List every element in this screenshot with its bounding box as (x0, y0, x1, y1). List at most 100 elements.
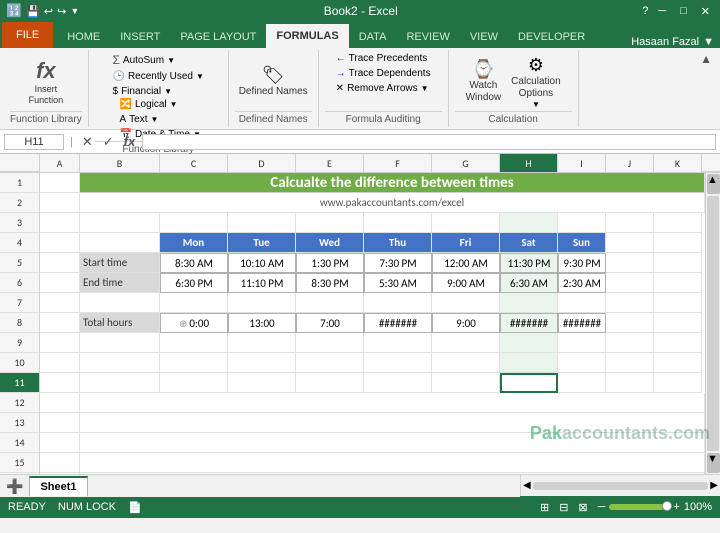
cell-c9[interactable] (160, 333, 228, 353)
cell-j5[interactable] (606, 253, 654, 273)
add-sheet-btn[interactable]: ➕ (0, 478, 29, 495)
cell-i8[interactable]: ####### (558, 313, 606, 333)
insert-function-icon[interactable]: fx (121, 134, 139, 149)
row-header-10[interactable]: 10 (0, 353, 39, 373)
row-header-1[interactable]: 1 (0, 173, 39, 193)
cell-j6[interactable] (606, 273, 654, 293)
cell-d4[interactable]: Tue (228, 233, 296, 253)
cell-f8[interactable]: ####### (364, 313, 432, 333)
cell-j10[interactable] (606, 353, 654, 373)
cell-c6[interactable]: 6:30 PM (160, 273, 228, 293)
cell-h9[interactable] (500, 333, 558, 353)
col-header-c[interactable]: C (160, 154, 228, 172)
cell-b11[interactable] (80, 373, 160, 393)
remove-arrows-btn[interactable]: ✕ Remove Arrows ▼ (332, 82, 433, 95)
customize-qat[interactable]: ▼ (70, 6, 79, 16)
cell-a5[interactable] (40, 253, 80, 273)
cell-d11[interactable] (228, 373, 296, 393)
cell-i7[interactable] (558, 293, 606, 313)
tab-view[interactable]: VIEW (460, 26, 508, 48)
cell-d9[interactable] (228, 333, 296, 353)
cell-f5[interactable]: 7:30 PM (364, 253, 432, 273)
cell-e11[interactable] (296, 373, 364, 393)
cell-c7[interactable] (160, 293, 228, 313)
cell-h3[interactable] (500, 213, 558, 233)
zoom-slider[interactable] (609, 504, 669, 510)
cell-a3[interactable] (40, 213, 80, 233)
cell-a15[interactable] (40, 453, 80, 473)
row-header-14[interactable]: 14 (0, 433, 39, 453)
cell-g6[interactable]: 9:00 AM (432, 273, 500, 293)
minimize-btn[interactable]: ─ (654, 5, 670, 17)
insert-function-button[interactable]: fx InsertFunction (25, 56, 68, 108)
cell-k9[interactable] (654, 333, 702, 353)
cell-g11[interactable] (432, 373, 500, 393)
cell-h10[interactable] (500, 353, 558, 373)
defined-names-btn[interactable]: 🏷 Defined Names (235, 63, 312, 100)
cell-d6[interactable]: 11:10 PM (228, 273, 296, 293)
col-header-f[interactable]: F (364, 154, 432, 172)
col-header-k[interactable]: K (654, 154, 702, 172)
cell-i9[interactable] (558, 333, 606, 353)
recently-used-btn[interactable]: 🕒 Recently Used ▼ (109, 70, 208, 83)
cell-c8[interactable]: ⊕0:00 (160, 313, 228, 333)
cell-g9[interactable] (432, 333, 500, 353)
cell-k8[interactable] (654, 313, 702, 333)
restore-btn[interactable]: □ (676, 5, 691, 17)
calculation-options-btn[interactable]: ⚙ CalculationOptions ▼ (507, 53, 564, 111)
quick-undo[interactable]: ↩ (44, 5, 53, 18)
cell-h5[interactable]: 11:30 PM (500, 253, 558, 273)
cell-h11[interactable] (500, 373, 558, 393)
tab-review[interactable]: REVIEW (396, 26, 459, 48)
row-header-15[interactable]: 15 (0, 453, 39, 473)
row-header-3[interactable]: 3 (0, 213, 39, 233)
cell-e8[interactable]: 7:00 (296, 313, 364, 333)
cell-a9[interactable] (40, 333, 80, 353)
cell-b10[interactable] (80, 353, 160, 373)
col-header-e[interactable]: E (296, 154, 364, 172)
sheet-tab-sheet1[interactable]: Sheet1 (29, 476, 87, 496)
row-header-11[interactable]: 11 (0, 373, 39, 393)
cell-reference-box[interactable] (4, 134, 64, 150)
cell-i4[interactable]: Sun (558, 233, 606, 253)
row-header-16[interactable]: 16 (0, 473, 39, 474)
cell-k3[interactable] (654, 213, 702, 233)
cell-e6[interactable]: 8:30 PM (296, 273, 364, 293)
cell-c4[interactable]: Mon (160, 233, 228, 253)
row-header-5[interactable]: 5 (0, 253, 39, 273)
view-normal-icon[interactable]: ⊞ (540, 501, 549, 514)
corner-cell[interactable] (0, 154, 40, 172)
row-header-2[interactable]: 2 (0, 193, 39, 213)
tab-file[interactable]: FILE (2, 22, 53, 48)
row-header-7[interactable]: 7 (0, 293, 39, 313)
watch-window-btn[interactable]: ⌚ WatchWindow (462, 57, 506, 106)
ribbon-collapse-btn[interactable]: ▲ (700, 52, 712, 66)
cell-h7[interactable] (500, 293, 558, 313)
confirm-icon[interactable]: ✓ (100, 134, 117, 150)
horizontal-scrollbar[interactable]: ◀ ▶ (520, 475, 720, 496)
cell-f10[interactable] (364, 353, 432, 373)
row-header-13[interactable]: 13 (0, 413, 39, 433)
cell-e10[interactable] (296, 353, 364, 373)
cell-g5[interactable]: 12:00 AM (432, 253, 500, 273)
text-btn[interactable]: A Text ▼ (116, 113, 205, 126)
cell-e4[interactable]: Wed (296, 233, 364, 253)
tab-home[interactable]: HOME (57, 26, 110, 48)
cell-d5[interactable]: 10:10 AM (228, 253, 296, 273)
cell-g3[interactable] (432, 213, 500, 233)
row-header-6[interactable]: 6 (0, 273, 39, 293)
cell-a16[interactable] (40, 473, 80, 474)
col-header-h[interactable]: H (500, 154, 558, 172)
cell-g7[interactable] (432, 293, 500, 313)
cell-f3[interactable] (364, 213, 432, 233)
cancel-icon[interactable]: ✕ (79, 134, 96, 150)
trace-dependents-btn[interactable]: → Trace Dependents (332, 67, 435, 80)
cell-a4[interactable] (40, 233, 80, 253)
cell-i11[interactable] (558, 373, 606, 393)
cell-b3[interactable] (80, 213, 160, 233)
cell-f6[interactable]: 5:30 AM (364, 273, 432, 293)
cell-a2[interactable] (40, 193, 80, 213)
cell-e9[interactable] (296, 333, 364, 353)
cell-h4[interactable]: Sat (500, 233, 558, 253)
cell-d7[interactable] (228, 293, 296, 313)
